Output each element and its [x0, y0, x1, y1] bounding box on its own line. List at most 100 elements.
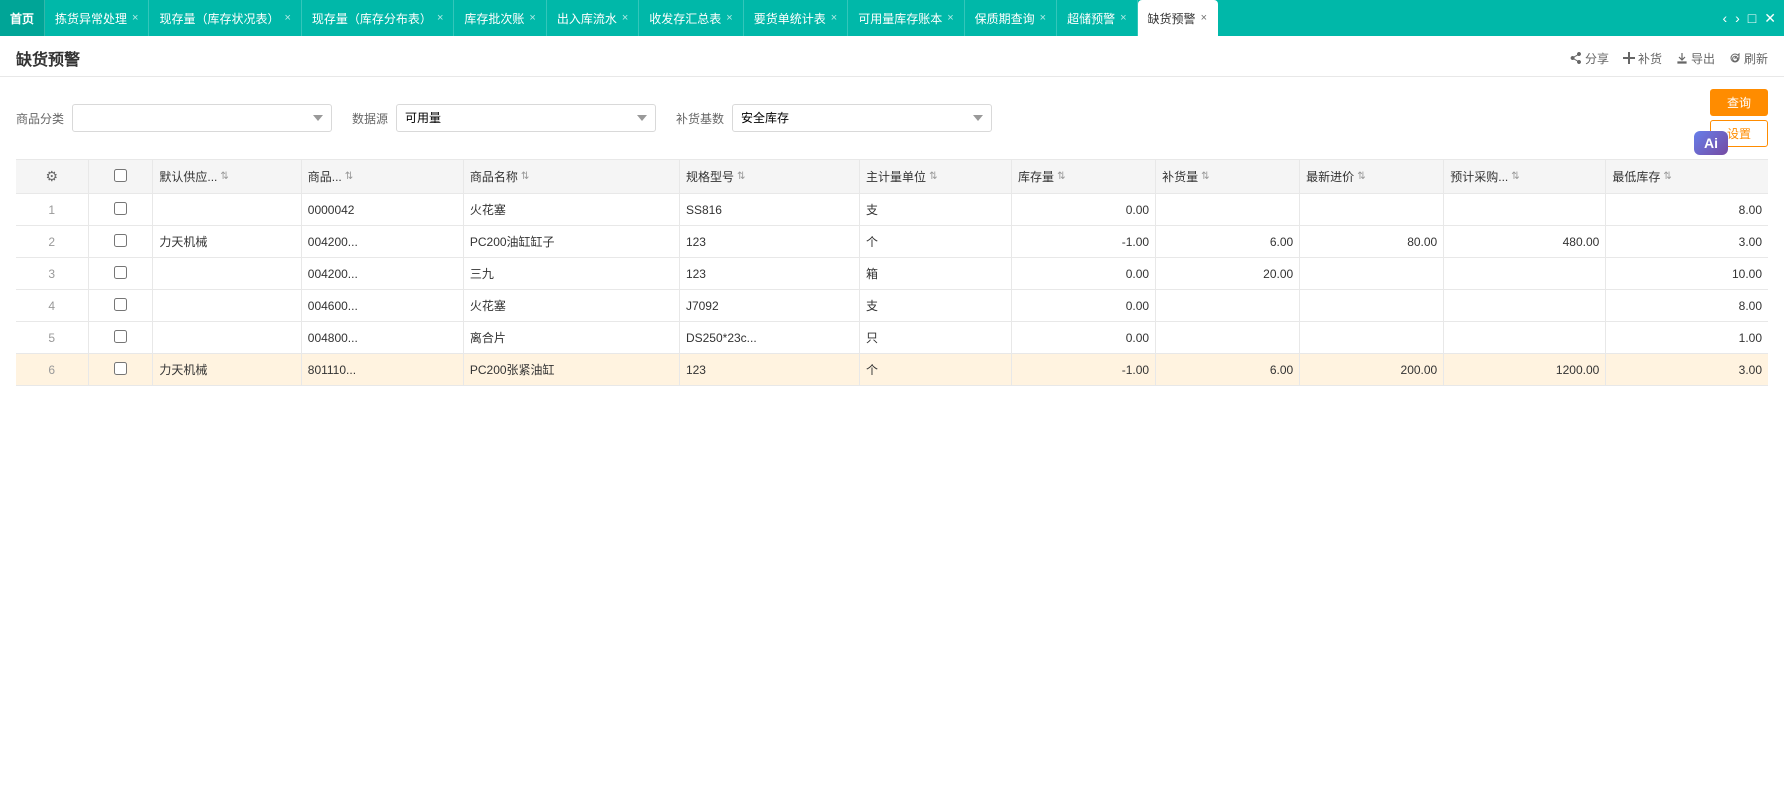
nav-tab-10[interactable]: 超储预警 × — [1057, 0, 1137, 36]
nav-tab-1[interactable]: 拣货异常处理 × — [45, 0, 149, 36]
data-table: ⚙ 默认供应...⇅ 商品...⇅ 商品名称⇅ 规格型号⇅ — [16, 159, 1768, 386]
select-all-checkbox[interactable] — [114, 169, 127, 182]
row-num-1: 1 — [16, 194, 88, 226]
row-latest-price-4 — [1300, 290, 1444, 322]
nav-controls: ‹ › □ ✕ — [1714, 8, 1784, 29]
nav-tab-8-close[interactable]: × — [947, 12, 953, 24]
nav-tab-home[interactable]: 首页 — [0, 0, 45, 36]
replenish-button[interactable]: 补货 — [1623, 50, 1662, 67]
nav-close-button[interactable]: ✕ — [1760, 8, 1780, 29]
refresh-button[interactable]: 刷新 — [1729, 50, 1768, 67]
row-supplier-3 — [153, 258, 301, 290]
spec-sort-icon: ⇅ — [737, 171, 745, 182]
row-checkbox-6[interactable] — [114, 362, 127, 375]
row-stock-2: -1.00 — [1012, 226, 1156, 258]
nav-tab-3[interactable]: 现存量（库存分布表） × — [302, 0, 454, 36]
row-spec-5: DS250*23c... — [679, 322, 859, 354]
nav-tab-3-close[interactable]: × — [437, 12, 443, 24]
th-forecast[interactable]: 预计采购...⇅ — [1444, 160, 1606, 194]
th-supplier[interactable]: 默认供应...⇅ — [153, 160, 301, 194]
row-checkbox-3[interactable] — [114, 266, 127, 279]
replenish-icon — [1623, 52, 1635, 64]
row-min-stock-4: 8.00 — [1606, 290, 1768, 322]
row-replenish-5 — [1156, 322, 1300, 354]
replenish-base-label: 补货基数 — [676, 110, 724, 127]
nav-restore-button[interactable]: □ — [1744, 8, 1760, 28]
row-code-4: 004600... — [301, 290, 463, 322]
ai-badge[interactable]: Ai — [1694, 131, 1728, 155]
nav-tab-11-close[interactable]: × — [1201, 12, 1207, 24]
th-latest-price[interactable]: 最新进价⇅ — [1300, 160, 1444, 194]
row-checkbox-4[interactable] — [114, 298, 127, 311]
row-name-6: PC200张紧油缸 — [463, 354, 679, 386]
row-check-5[interactable] — [88, 322, 153, 354]
settings-gear-icon[interactable]: ⚙ — [45, 168, 58, 184]
row-check-3[interactable] — [88, 258, 153, 290]
nav-tab-8[interactable]: 可用量库存账本 × — [848, 0, 964, 36]
nav-tab-7-close[interactable]: × — [831, 12, 837, 24]
nav-tab-2-close[interactable]: × — [284, 12, 290, 24]
th-name[interactable]: 商品名称⇅ — [463, 160, 679, 194]
th-code[interactable]: 商品...⇅ — [301, 160, 463, 194]
row-num-4: 4 — [16, 290, 88, 322]
th-spec[interactable]: 规格型号⇅ — [679, 160, 859, 194]
latest-price-sort-icon: ⇅ — [1357, 171, 1365, 182]
row-num-5: 5 — [16, 322, 88, 354]
share-button[interactable]: 分享 — [1570, 50, 1609, 67]
share-icon — [1570, 52, 1582, 64]
nav-tab-4[interactable]: 库存批次账 × — [454, 0, 546, 36]
export-button[interactable]: 导出 — [1676, 50, 1715, 67]
row-checkbox-5[interactable] — [114, 330, 127, 343]
table-row[interactable]: 6 力天机械 801110... PC200张紧油缸 123 个 -1.00 6… — [16, 354, 1768, 386]
row-check-6[interactable] — [88, 354, 153, 386]
page-header: 缺货预警 分享 补货 导出 刷新 — [0, 36, 1784, 77]
nav-tab-11[interactable]: 缺货预警 × — [1138, 0, 1218, 36]
row-checkbox-1[interactable] — [114, 202, 127, 215]
th-stock[interactable]: 库存量⇅ — [1012, 160, 1156, 194]
nav-tab-1-label: 拣货异常处理 — [55, 10, 127, 27]
nav-tab-1-close[interactable]: × — [132, 12, 138, 24]
th-replenish[interactable]: 补货量⇅ — [1156, 160, 1300, 194]
nav-tab-9[interactable]: 保质期查询 × — [965, 0, 1057, 36]
nav-tab-9-close[interactable]: × — [1040, 12, 1046, 24]
nav-next-button[interactable]: › — [1731, 8, 1744, 28]
row-forecast-4 — [1444, 290, 1606, 322]
th-min-stock[interactable]: 最低库存⇅ — [1606, 160, 1768, 194]
row-unit-3: 箱 — [860, 258, 1012, 290]
table-row[interactable]: 3 004200... 三九 123 箱 0.00 20.00 10.00 — [16, 258, 1768, 290]
row-check-4[interactable] — [88, 290, 153, 322]
table-row[interactable]: 4 004600... 火花塞 J7092 支 0.00 8.00 — [16, 290, 1768, 322]
query-button[interactable]: 查询 — [1710, 89, 1768, 116]
nav-tab-10-label: 超储预警 — [1067, 10, 1115, 27]
row-min-stock-6: 3.00 — [1606, 354, 1768, 386]
row-name-2: PC200油缸缸子 — [463, 226, 679, 258]
nav-tab-7[interactable]: 要货单统计表 × — [744, 0, 848, 36]
nav-tab-10-close[interactable]: × — [1120, 12, 1126, 24]
row-supplier-5 — [153, 322, 301, 354]
nav-tab-5-close[interactable]: × — [622, 12, 628, 24]
nav-tab-6[interactable]: 收发存汇总表 × — [639, 0, 743, 36]
row-num-2: 2 — [16, 226, 88, 258]
nav-prev-button[interactable]: ‹ — [1718, 8, 1731, 28]
nav-tab-6-close[interactable]: × — [726, 12, 732, 24]
table-row[interactable]: 1 0000042 火花塞 SS816 支 0.00 8.00 — [16, 194, 1768, 226]
filter-bar: 商品分类 数据源 可用量 补货基数 安全库存 查询 设置 — [0, 77, 1784, 159]
category-select[interactable] — [72, 104, 332, 132]
table-row[interactable]: 5 004800... 离合片 DS250*23c... 只 0.00 1.00 — [16, 322, 1768, 354]
row-check-2[interactable] — [88, 226, 153, 258]
row-checkbox-2[interactable] — [114, 234, 127, 247]
nav-tab-4-close[interactable]: × — [529, 12, 535, 24]
row-check-1[interactable] — [88, 194, 153, 226]
th-unit[interactable]: 主计量单位⇅ — [860, 160, 1012, 194]
nav-tab-2[interactable]: 现存量（库存状况表） × — [149, 0, 301, 36]
row-unit-4: 支 — [860, 290, 1012, 322]
datasource-select[interactable]: 可用量 — [396, 104, 656, 132]
nav-tab-9-label: 保质期查询 — [975, 10, 1035, 27]
nav-tab-5[interactable]: 出入库流水 × — [547, 0, 639, 36]
nav-tab-3-label: 现存量（库存分布表） — [312, 10, 432, 27]
table-row[interactable]: 2 力天机械 004200... PC200油缸缸子 123 个 -1.00 6… — [16, 226, 1768, 258]
forecast-sort-icon: ⇅ — [1511, 171, 1519, 182]
row-forecast-1 — [1444, 194, 1606, 226]
row-forecast-5 — [1444, 322, 1606, 354]
replenish-base-select[interactable]: 安全库存 — [732, 104, 992, 132]
